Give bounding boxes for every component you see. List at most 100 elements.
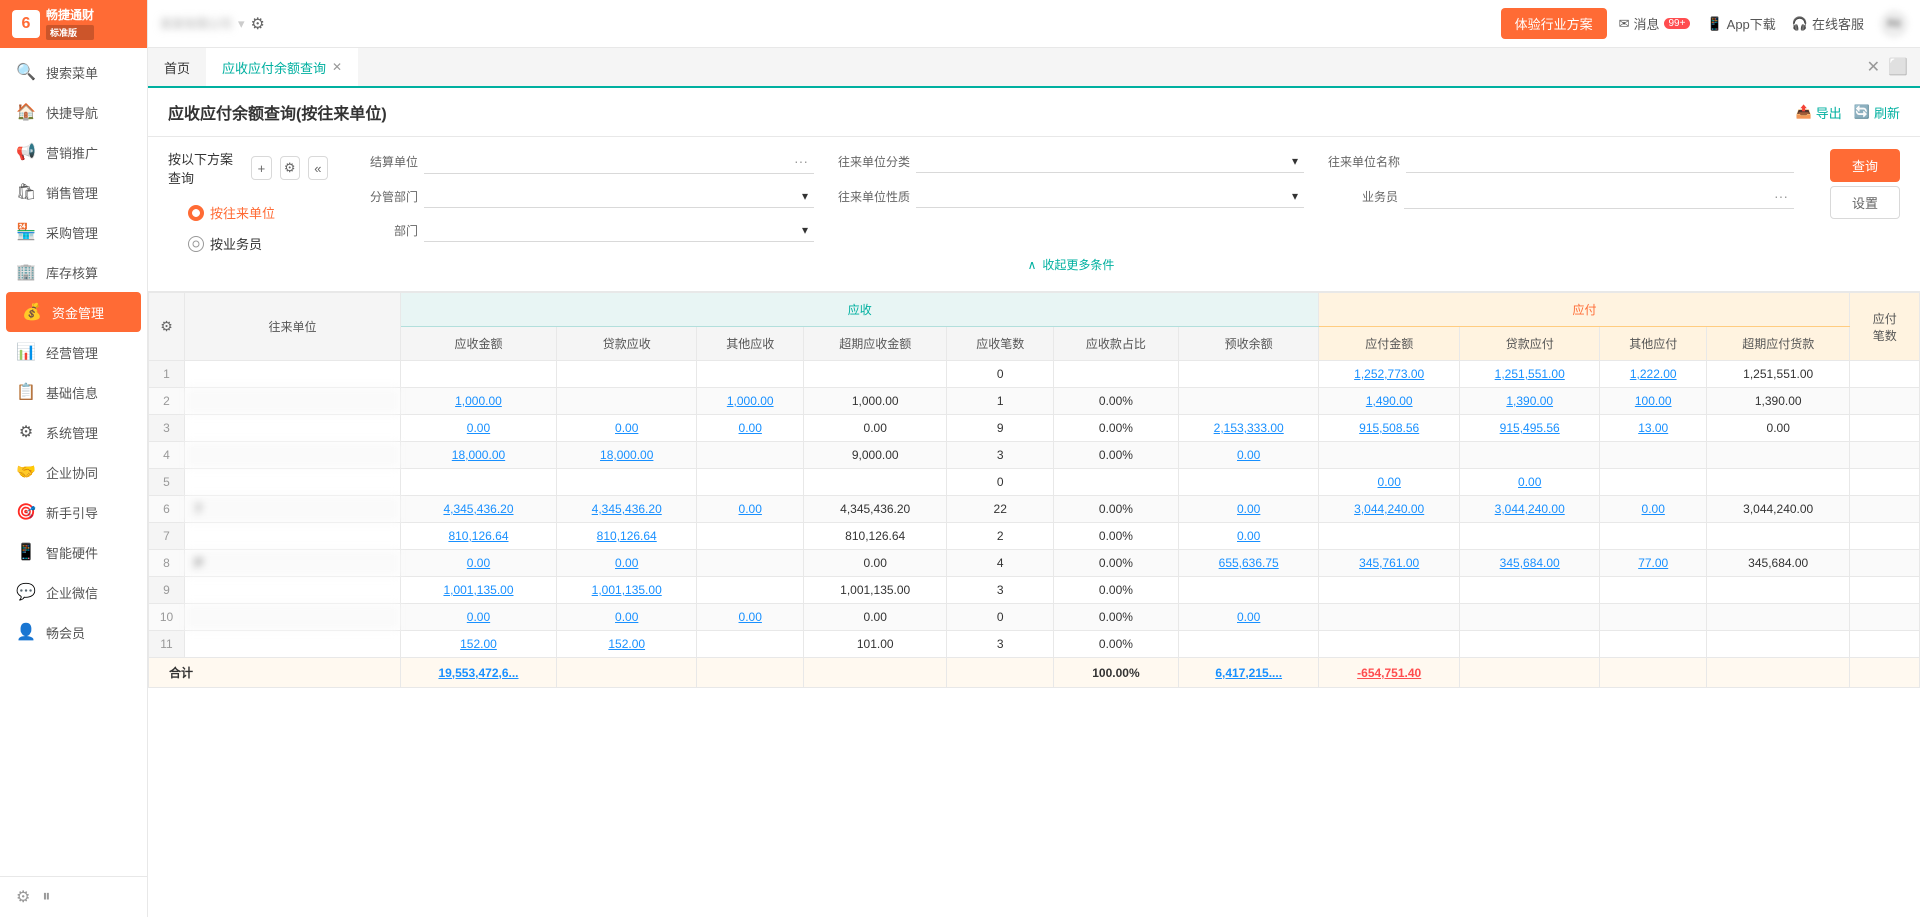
cell-ar-loan[interactable]: 0.00 [556,550,697,577]
cell-ar-amount[interactable]: 0.00 [401,415,557,442]
cell-ar-amount[interactable]: 4,345,436.20 [401,496,557,523]
add-scheme-btn[interactable]: + [251,156,271,180]
cell-ar-other[interactable]: 0.00 [697,496,803,523]
cell-ar-amount[interactable]: 0.00 [401,550,557,577]
cell-ar-amount[interactable]: 152.00 [401,631,557,658]
cell-ar-prepay[interactable]: 0.00 [1178,604,1319,631]
sidebar-item-inventory[interactable]: 🏢 库存核算 [0,252,147,292]
cell-ar-prepay[interactable]: 0.00 [1178,523,1319,550]
cell-ap-other[interactable]: 0.00 [1600,496,1706,523]
edit-scheme-btn[interactable]: ⚙ [280,156,300,180]
sidebar-item-sales[interactable]: 🛍 销售管理 [0,172,147,212]
cell-ap-loan[interactable]: 1,390.00 [1459,388,1600,415]
cell-ap-other[interactable]: 77.00 [1600,550,1706,577]
cell-ar-amount[interactable]: 810,126.64 [401,523,557,550]
cell-ap-loan[interactable]: 915,495.56 [1459,415,1600,442]
cell-ap-amount[interactable]: 0.00 [1319,469,1460,496]
cell-ar-loan[interactable]: 18,000.00 [556,442,697,469]
cell-ar-other[interactable]: 1,000.00 [697,388,803,415]
cell-ar-other[interactable]: 0.00 [697,415,803,442]
cell-ap-loan[interactable] [1459,631,1600,658]
tab-close-btn[interactable]: ✕ [332,60,342,74]
cell-ar-loan[interactable]: 1,001,135.00 [556,577,697,604]
cell-ar-prepay[interactable] [1178,469,1319,496]
sidebar-item-search[interactable]: 🔍 搜索菜单 [0,52,147,92]
cell-ap-amount[interactable]: 1,490.00 [1319,388,1460,415]
cell-ap-amount[interactable] [1319,631,1460,658]
footer-settings-btn[interactable]: ⚙ [16,887,30,907]
cell-ar-loan[interactable]: 4,345,436.20 [556,496,697,523]
message-btn[interactable]: ✉ 消息 99+ [1619,14,1691,33]
cell-ap-loan[interactable] [1459,523,1600,550]
cell-ar-prepay[interactable]: 655,636.75 [1178,550,1319,577]
sidebar-item-operations[interactable]: 📊 经营管理 [0,332,147,372]
sidebar-item-finance[interactable]: 💰 资金管理 [6,292,141,332]
sidebar-item-member[interactable]: 👤 畅会员 [0,612,147,652]
salesperson-picker[interactable]: ··· [1774,188,1788,204]
cell-ar-prepay[interactable]: 0.00 [1178,442,1319,469]
cell-ar-prepay[interactable]: 2,153,333.00 [1178,415,1319,442]
cell-ar-loan[interactable]: 810,126.64 [556,523,697,550]
cell-ap-loan[interactable]: 345,684.00 [1459,550,1600,577]
collapse-more-btn[interactable]: ∧ 收起更多条件 [348,250,1794,279]
cell-ap-other[interactable] [1600,442,1706,469]
sidebar-item-purchase[interactable]: 🏪 采购管理 [0,212,147,252]
refresh-btn[interactable]: 🔄 刷新 [1854,103,1900,122]
setting-button[interactable]: 设置 [1830,186,1900,219]
online-service-btn[interactable]: 🎧 在线客服 [1792,14,1864,33]
table-wrapper[interactable]: ⚙ 往来单位 应收 应付 应付笔数 应收金额 贷款应收 其他应收 超期应收金额 … [148,292,1920,917]
cell-ap-amount[interactable] [1319,604,1460,631]
cell-ap-other[interactable] [1600,577,1706,604]
sidebar-item-wechat[interactable]: 💬 企业微信 [0,572,147,612]
cell-ar-other[interactable] [697,469,803,496]
tab-ar-query[interactable]: 应收应付余额查询 ✕ [206,48,358,88]
cell-ap-amount[interactable]: 3,044,240.00 [1319,496,1460,523]
cell-ap-loan[interactable] [1459,442,1600,469]
settlement-unit-picker[interactable]: ··· [794,153,808,169]
cell-ap-loan[interactable]: 0.00 [1459,469,1600,496]
query-button[interactable]: 查询 [1830,149,1900,182]
collapse-scheme-btn[interactable]: « [308,156,328,180]
sidebar-item-system[interactable]: ⚙ 系统管理 [0,412,147,452]
cell-ap-loan[interactable]: 3,044,240.00 [1459,496,1600,523]
cell-ar-loan[interactable]: 152.00 [556,631,697,658]
sidebar-item-hardware[interactable]: 📱 智能硬件 [0,532,147,572]
sidebar-item-basic[interactable]: 📋 基础信息 [0,372,147,412]
cell-ap-amount[interactable] [1319,577,1460,604]
cell-ar-other[interactable] [697,550,803,577]
cell-ar-loan[interactable] [556,361,697,388]
cell-ar-prepay[interactable] [1178,631,1319,658]
search-option-salesperson[interactable]: 按业务员 [180,230,328,257]
cell-ar-prepay[interactable] [1178,577,1319,604]
cell-ap-loan[interactable]: 1,251,551.00 [1459,361,1600,388]
cell-ap-other[interactable]: 100.00 [1600,388,1706,415]
cell-ap-other[interactable] [1600,604,1706,631]
cell-ap-loan[interactable] [1459,604,1600,631]
cell-ap-amount[interactable]: 345,761.00 [1319,550,1460,577]
sidebar-item-shortcut[interactable]: 🏠 快捷导航 [0,92,147,132]
cell-ap-other[interactable]: 1,222.00 [1600,361,1706,388]
cell-ap-loan[interactable] [1459,577,1600,604]
footer-ar-total[interactable]: 19,553,472,6... [401,658,557,688]
cell-ar-prepay[interactable] [1178,361,1319,388]
cell-ar-loan[interactable] [556,388,697,415]
app-download-btn[interactable]: 📱 App下载 [1706,14,1775,33]
department-select[interactable]: ▾ [424,219,814,242]
cell-ap-amount[interactable]: 915,508.56 [1319,415,1460,442]
cell-ap-amount[interactable] [1319,442,1460,469]
cell-ar-other[interactable] [697,361,803,388]
unit-name-input[interactable] [1406,150,1794,173]
cell-ap-other[interactable] [1600,631,1706,658]
cell-ap-other[interactable]: 13.00 [1600,415,1706,442]
footer-ar-prepay[interactable]: 6,417,215.... [1178,658,1319,688]
cell-ap-amount[interactable] [1319,523,1460,550]
solution-button[interactable]: 体验行业方案 [1501,8,1607,39]
cell-ar-loan[interactable]: 0.00 [556,415,697,442]
tab-close-window-btn[interactable]: ✕ [1867,57,1880,77]
dept-select[interactable]: ▾ [424,185,814,208]
cell-ar-other[interactable] [697,577,803,604]
cell-ar-other[interactable] [697,523,803,550]
cell-ar-loan[interactable] [556,469,697,496]
cell-ar-amount[interactable]: 18,000.00 [401,442,557,469]
search-option-partner[interactable]: 按往来单位 [180,199,328,226]
